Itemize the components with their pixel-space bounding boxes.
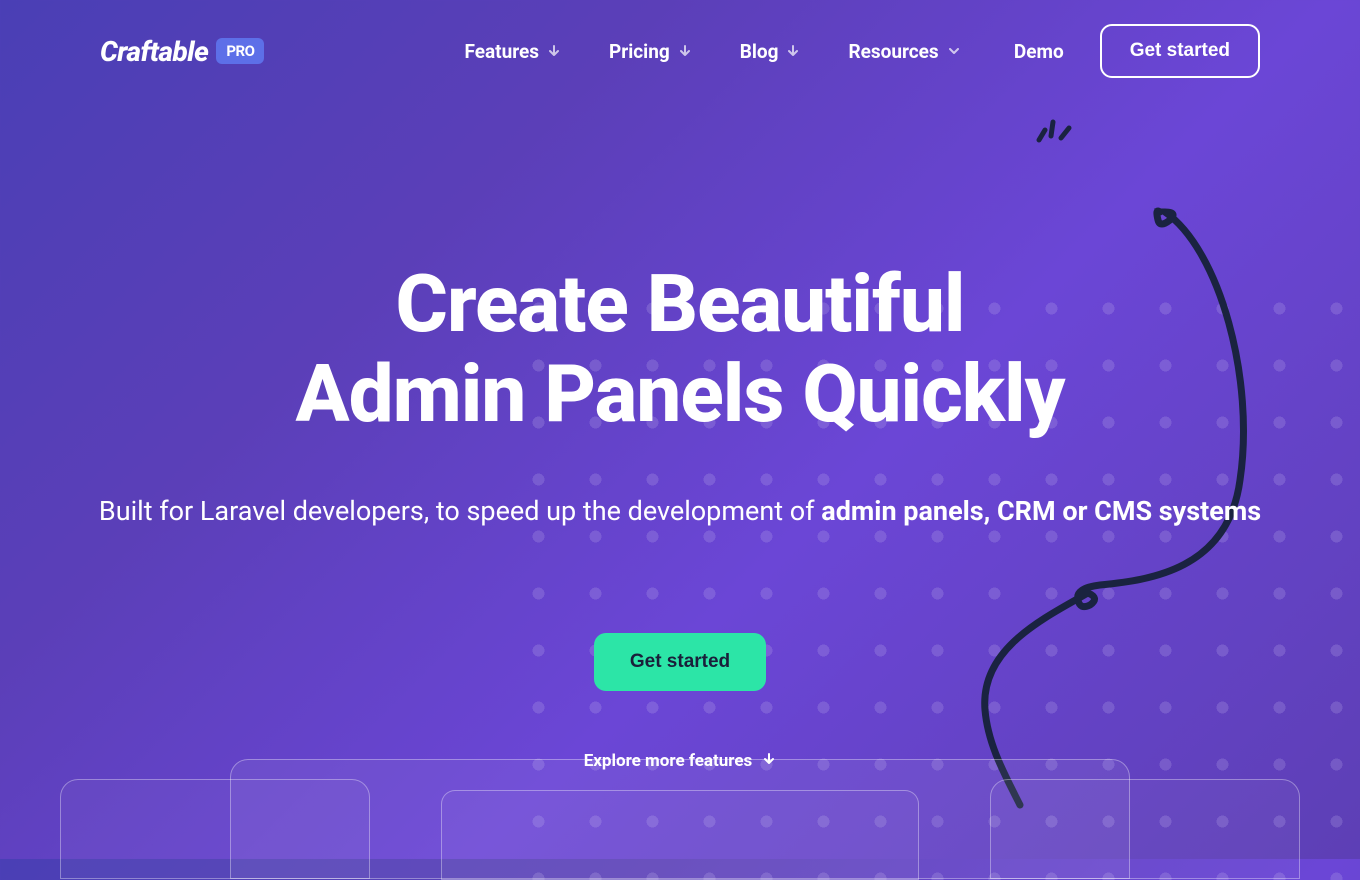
- main-nav: Features Pricing Blog Resources: [464, 40, 960, 63]
- hero-subtitle-prefix: Built for Laravel developers, to speed u…: [99, 495, 821, 527]
- nav-resources[interactable]: Resources: [848, 40, 960, 63]
- hero-cta-button[interactable]: Get started: [594, 633, 766, 691]
- header: Craftable PRO Features Pricing Blog Reso…: [0, 0, 1360, 102]
- nav-pricing[interactable]: Pricing: [609, 40, 692, 63]
- arrow-down-icon: [786, 44, 800, 58]
- logo-text: Craftable: [100, 35, 208, 68]
- nav-pricing-label: Pricing: [609, 40, 670, 63]
- arrow-down-icon: [762, 751, 776, 771]
- nav-blog-label: Blog: [740, 40, 779, 63]
- arrow-down-icon: [678, 44, 692, 58]
- hero-subtitle: Built for Laravel developers, to speed u…: [99, 495, 1261, 527]
- preview-panel-center: [230, 759, 1130, 879]
- nav-blog[interactable]: Blog: [740, 40, 801, 63]
- nav-resources-label: Resources: [848, 40, 938, 63]
- explore-label: Explore more features: [584, 751, 753, 771]
- header-actions: Demo Get started: [1014, 24, 1260, 78]
- get-started-button[interactable]: Get started: [1100, 24, 1260, 78]
- explore-link[interactable]: Explore more features: [584, 751, 777, 771]
- hero-subtitle-bold: admin panels, CRM or CMS systems: [821, 495, 1261, 527]
- nav-features[interactable]: Features: [464, 40, 561, 63]
- hero-title: Create Beautiful Admin Panels Quickly: [296, 260, 1065, 439]
- hero-section: Create Beautiful Admin Panels Quickly Bu…: [0, 102, 1360, 771]
- preview-panel-inner: [441, 790, 919, 880]
- logo[interactable]: Craftable PRO: [100, 35, 264, 68]
- nav-features-label: Features: [464, 40, 539, 63]
- hero-title-line1: Create Beautiful: [396, 257, 965, 351]
- chevron-down-icon: [947, 44, 961, 58]
- hero-title-line2: Admin Panels Quickly: [296, 347, 1065, 441]
- logo-badge: PRO: [216, 38, 264, 64]
- demo-link[interactable]: Demo: [1014, 40, 1064, 63]
- sparkle-icon: [1031, 112, 1075, 156]
- arrow-down-icon: [547, 44, 561, 58]
